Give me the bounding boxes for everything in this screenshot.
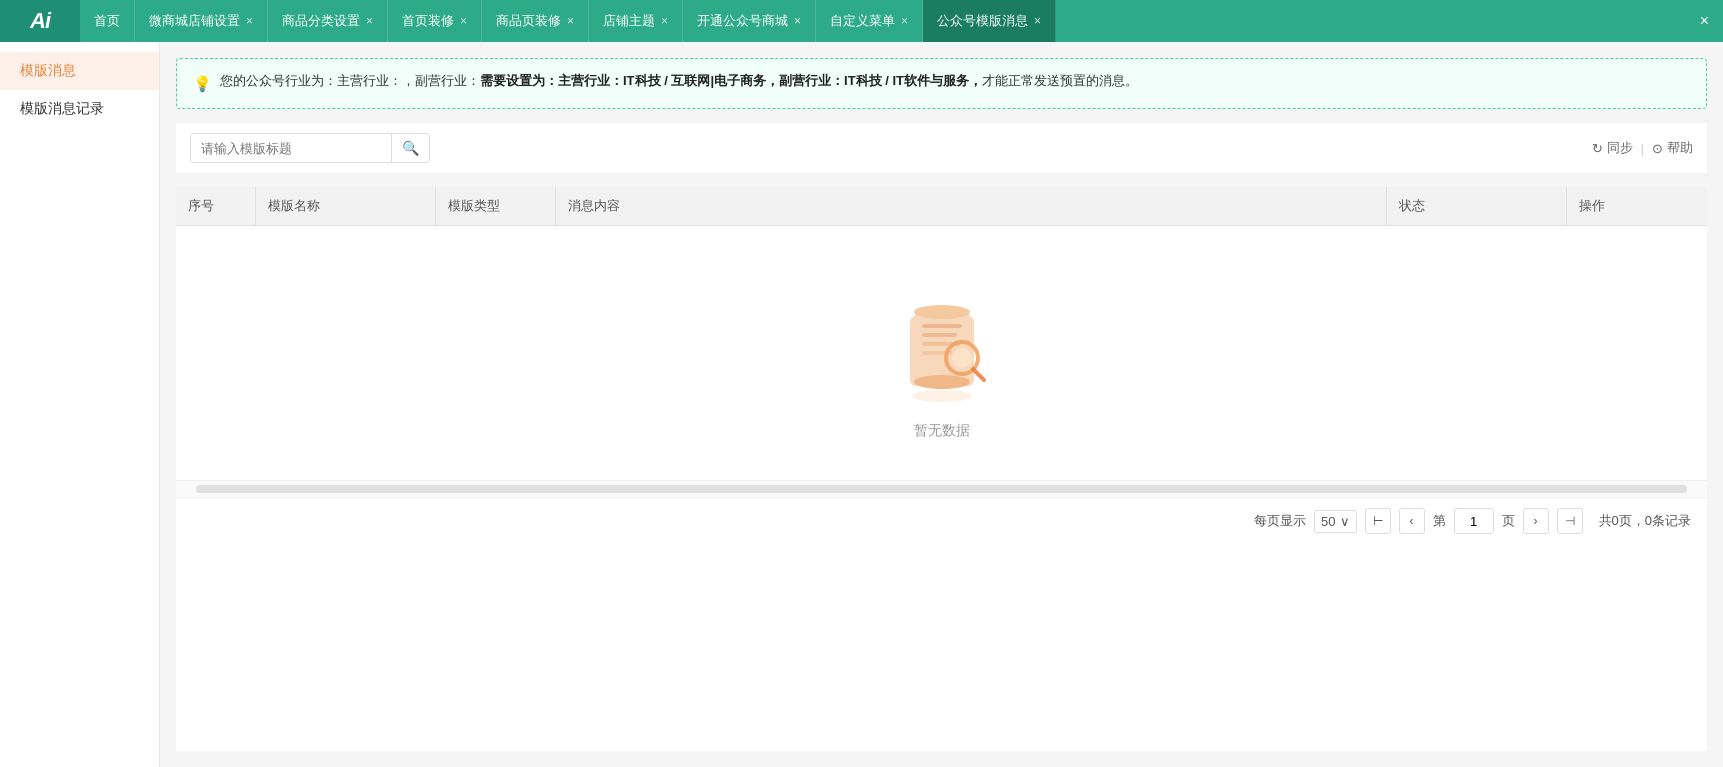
nav-tab-store-theme[interactable]: 店铺主题 × <box>589 0 683 42</box>
data-table: 序号模版名称模版类型消息内容状态操作 <box>176 187 1707 751</box>
sidebar-item-template-msg[interactable]: 模版消息 <box>0 52 159 90</box>
search-input-wrap: 🔍 <box>190 133 430 163</box>
tab-close-icon[interactable]: × <box>794 14 801 28</box>
notice-highlight: 需要设置为：主营行业：IT科技 / 互联网|电子商务，副营行业：IT科技 / I… <box>480 73 982 88</box>
tab-label: 公众号模版消息 <box>937 12 1028 30</box>
main-layout: 模版消息模版消息记录 💡 您的公众号行业为：主营行业：，副营行业：需要设置为：主… <box>0 42 1723 767</box>
nav-tab-micro-store[interactable]: 微商城店铺设置 × <box>135 0 268 42</box>
tab-label: 商品分类设置 <box>282 12 360 30</box>
empty-icon <box>882 286 1002 406</box>
global-close-button[interactable]: × <box>1686 0 1723 42</box>
logo-text: Ai <box>30 8 50 34</box>
table-col-status: 状态 <box>1387 187 1567 225</box>
next-page-button[interactable]: › <box>1523 508 1549 534</box>
tab-label: 店铺主题 <box>603 12 655 30</box>
table-col-index: 序号 <box>176 187 256 225</box>
horizontal-scrollbar[interactable] <box>196 485 1687 493</box>
tab-label: 首页 <box>94 12 120 30</box>
empty-text: 暂无数据 <box>914 422 970 440</box>
notice-prefix: 您的公众号行业为：主营行业：，副营行业： <box>220 73 480 88</box>
nav-tab-product-decor[interactable]: 商品页装修 × <box>482 0 589 42</box>
tab-close-icon[interactable]: × <box>246 14 253 28</box>
svg-line-11 <box>973 369 984 380</box>
scrollbar-area <box>176 480 1707 497</box>
table-col-type: 模版类型 <box>436 187 556 225</box>
empty-state: 暂无数据 <box>176 226 1707 480</box>
svg-point-3 <box>914 305 970 319</box>
help-label: 帮助 <box>1667 139 1693 157</box>
nav-tab-open-mall[interactable]: 开通公众号商城 × <box>683 0 816 42</box>
page-size-select[interactable]: 50 ∨ <box>1314 510 1356 533</box>
page-number-input[interactable] <box>1454 508 1494 534</box>
nav-tab-category[interactable]: 商品分类设置 × <box>268 0 388 42</box>
first-page-button[interactable]: ⊢ <box>1365 508 1391 534</box>
tab-close-icon[interactable]: × <box>1034 14 1041 28</box>
sync-icon: ↻ <box>1592 141 1603 156</box>
svg-point-4 <box>914 375 970 389</box>
table-col-name: 模版名称 <box>256 187 436 225</box>
nav-tab-home-decor[interactable]: 首页装修 × <box>388 0 482 42</box>
search-input[interactable] <box>191 135 391 162</box>
content-area: 💡 您的公众号行业为：主营行业：，副营行业：需要设置为：主营行业：IT科技 / … <box>160 42 1723 767</box>
notice-icon: 💡 <box>193 72 212 96</box>
chevron-down-icon: ∨ <box>1340 514 1350 529</box>
tab-close-icon[interactable]: × <box>567 14 574 28</box>
help-button[interactable]: ⊙ 帮助 <box>1652 139 1693 157</box>
nav-tab-custom-menu[interactable]: 自定义菜单 × <box>816 0 923 42</box>
tab-label: 自定义菜单 <box>830 12 895 30</box>
table-header: 序号模版名称模版类型消息内容状态操作 <box>176 187 1707 226</box>
sync-button[interactable]: ↻ 同步 <box>1592 139 1633 157</box>
nav-tab-template-msg[interactable]: 公众号模版消息 × <box>923 0 1056 42</box>
svg-rect-2 <box>914 312 970 382</box>
table-col-action: 操作 <box>1567 187 1707 225</box>
page-size-value: 50 <box>1321 514 1335 529</box>
help-icon: ⊙ <box>1652 141 1663 156</box>
tab-close-icon[interactable]: × <box>661 14 668 28</box>
nav-tab-home[interactable]: 首页 <box>80 0 135 42</box>
tab-label: 开通公众号商城 <box>697 12 788 30</box>
tab-close-icon[interactable]: × <box>901 14 908 28</box>
tab-label: 首页装修 <box>402 12 454 30</box>
page-size-label: 每页显示 <box>1254 512 1306 530</box>
tab-label: 商品页装修 <box>496 12 561 30</box>
notice-text: 您的公众号行业为：主营行业：，副营行业：需要设置为：主营行业：IT科技 / 互联… <box>220 71 1138 92</box>
nav-tabs: 首页微商城店铺设置×商品分类设置×首页装修×商品页装修×店铺主题×开通公众号商城… <box>80 0 1686 42</box>
app-logo: Ai <box>0 0 80 42</box>
search-actions: ↻ 同步 | ⊙ 帮助 <box>1592 139 1693 157</box>
notice-box: 💡 您的公众号行业为：主营行业：，副营行业：需要设置为：主营行业：IT科技 / … <box>176 58 1707 109</box>
tab-close-icon[interactable]: × <box>366 14 373 28</box>
search-icon: 🔍 <box>402 140 419 156</box>
sidebar-item-template-msg-record[interactable]: 模版消息记录 <box>0 90 159 128</box>
top-navigation: Ai 首页微商城店铺设置×商品分类设置×首页装修×商品页装修×店铺主题×开通公众… <box>0 0 1723 42</box>
tab-label: 微商城店铺设置 <box>149 12 240 30</box>
prev-page-button[interactable]: ‹ <box>1399 508 1425 534</box>
pagination: 每页显示 50 ∨ ⊢ ‹ 第 页 › ⊣ 共0页，0条记录 <box>176 497 1707 544</box>
svg-point-0 <box>912 390 972 402</box>
svg-rect-6 <box>922 333 957 337</box>
tab-close-icon[interactable]: × <box>460 14 467 28</box>
page-prefix-label: 第 <box>1433 512 1446 530</box>
last-page-button[interactable]: ⊣ <box>1557 508 1583 534</box>
search-button[interactable]: 🔍 <box>391 134 429 162</box>
total-records-label: 共0页，0条记录 <box>1599 512 1691 530</box>
action-divider: | <box>1641 141 1644 156</box>
search-bar: 🔍 ↻ 同步 | ⊙ 帮助 <box>176 123 1707 173</box>
svg-rect-5 <box>922 324 962 328</box>
sidebar: 模版消息模版消息记录 <box>0 42 160 767</box>
notice-suffix: 才能正常发送预置的消息。 <box>982 73 1138 88</box>
table-col-content: 消息内容 <box>556 187 1387 225</box>
page-suffix-label: 页 <box>1502 512 1515 530</box>
svg-point-10 <box>952 348 972 368</box>
sync-label: 同步 <box>1607 139 1633 157</box>
